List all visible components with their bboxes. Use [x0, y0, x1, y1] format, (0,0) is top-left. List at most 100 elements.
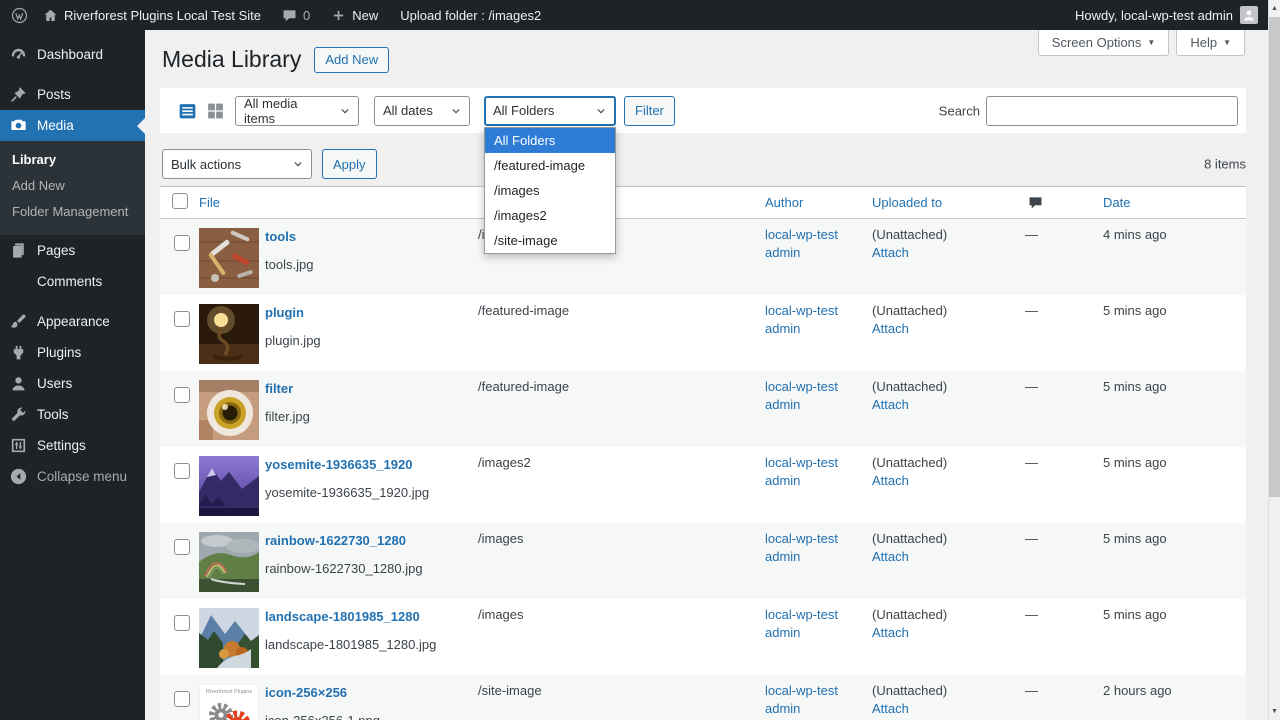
screen-meta: Screen Options Help	[1037, 30, 1245, 56]
media-title-link[interactable]: landscape-1801985_1280	[265, 608, 420, 626]
media-title-link[interactable]: plugin	[265, 304, 304, 322]
folder-option--featured-image[interactable]: /featured-image	[485, 153, 615, 178]
media-title-link[interactable]: tools	[265, 228, 296, 246]
media-thumbnail[interactable]	[199, 684, 259, 720]
attach-link[interactable]: Attach	[872, 700, 909, 718]
sidebar-item-comments[interactable]: Comments	[0, 266, 145, 297]
media-thumbnail[interactable]	[199, 304, 259, 364]
table-row: plugin plugin.jpg /featured-image local-…	[160, 294, 1246, 371]
list-view-icon[interactable]	[177, 100, 198, 121]
table-row: tools tools.jpg /images2 local-wp-test a…	[160, 218, 1246, 295]
folder-option--site-image[interactable]: /site-image	[485, 228, 615, 253]
upload-date: 5 mins ago	[1103, 606, 1167, 622]
chevron-down-icon	[338, 104, 352, 118]
column-header-file[interactable]: File	[199, 186, 478, 219]
folder-option--images2[interactable]: /images2	[485, 203, 615, 228]
select-all-checkbox[interactable]	[172, 193, 188, 209]
author-link[interactable]: local-wp-test admin	[765, 303, 838, 336]
new-content-menu[interactable]: New	[323, 0, 385, 30]
sidebar-item-posts[interactable]: Posts	[0, 79, 145, 110]
admin-menu: Dashboard Posts Media Library Add New Fold…	[0, 30, 145, 492]
submenu-item-library[interactable]: Library	[0, 147, 145, 173]
sidebar-item-users[interactable]: Users	[0, 368, 145, 399]
attach-link[interactable]: Attach	[872, 548, 909, 566]
attachment-status: (Unattached)	[872, 682, 948, 698]
tools-icon	[9, 405, 28, 424]
upload-folder-indicator[interactable]: Upload folder : /images2	[393, 0, 548, 30]
row-checkbox[interactable]	[173, 310, 190, 327]
row-checkbox[interactable]	[173, 386, 190, 403]
scrollbar-thumb[interactable]	[1269, 17, 1280, 497]
media-filename: rainbow-1622730_1280.jpg	[265, 560, 423, 576]
add-new-button[interactable]: Add New	[314, 46, 390, 73]
sidebar-item-plugins[interactable]: Plugins	[0, 337, 145, 368]
author-link[interactable]: local-wp-test admin	[765, 455, 838, 488]
attachment-status: (Unattached)	[872, 454, 948, 470]
help-button[interactable]: Help	[1176, 30, 1245, 56]
apply-button[interactable]: Apply	[322, 149, 377, 179]
row-checkbox[interactable]	[173, 462, 190, 479]
author-link[interactable]: local-wp-test admin	[765, 607, 838, 640]
scroll-down-arrow[interactable]	[1269, 703, 1280, 720]
media-title-link[interactable]: filter	[265, 380, 293, 398]
sidebar-item-media[interactable]: Media	[0, 110, 145, 141]
attach-link[interactable]: Attach	[872, 320, 909, 338]
filter-button[interactable]: Filter	[624, 95, 675, 126]
sidebar-item-appearance[interactable]: Appearance	[0, 306, 145, 337]
sidebar-item-pages[interactable]: Pages	[0, 235, 145, 266]
table-header-row: File Author Uploaded to Date	[160, 186, 1246, 219]
attach-link[interactable]: Attach	[872, 472, 909, 490]
submenu-item-folder-management[interactable]: Folder Management	[0, 199, 145, 225]
site-name-link[interactable]: Riverforest Plugins Local Test Site	[35, 0, 268, 30]
sidebar-item-tools[interactable]: Tools	[0, 399, 145, 430]
user-avatar	[1240, 6, 1258, 24]
author-link[interactable]: local-wp-test admin	[765, 227, 838, 260]
media-thumbnail[interactable]	[199, 532, 259, 592]
media-title-link[interactable]: rainbow-1622730_1280	[265, 532, 406, 550]
sidebar-item-settings[interactable]: Settings	[0, 430, 145, 461]
author-link[interactable]: local-wp-test admin	[765, 531, 838, 564]
column-header-comments[interactable]	[1025, 186, 1103, 219]
folder-filter-select[interactable]: All Folders	[484, 95, 616, 126]
column-header-author[interactable]: Author	[765, 186, 872, 219]
attach-link[interactable]: Attach	[872, 244, 909, 262]
vertical-scrollbar[interactable]	[1268, 0, 1280, 720]
row-checkbox[interactable]	[173, 614, 190, 631]
media-thumbnail[interactable]	[199, 456, 259, 516]
sidebar-item-dashboard[interactable]: Dashboard	[0, 39, 145, 70]
search-input[interactable]	[986, 95, 1238, 126]
attach-link[interactable]: Attach	[872, 396, 909, 414]
author-link[interactable]: local-wp-test admin	[765, 379, 838, 412]
media-thumbnail[interactable]	[199, 608, 259, 668]
media-thumbnail[interactable]	[199, 228, 259, 288]
date-filter-select[interactable]: All dates	[374, 95, 470, 126]
row-checkbox[interactable]	[173, 690, 190, 707]
column-header-uploaded-to[interactable]: Uploaded to	[872, 186, 1025, 219]
sidebar-item-collapse-menu[interactable]: Collapse menu	[0, 461, 145, 492]
media-title-link[interactable]: yosemite-1936635_1920	[265, 456, 412, 474]
table-row: landscape-1801985_1280 landscape-1801985…	[160, 598, 1246, 675]
wordpress-logo-menu[interactable]	[4, 0, 35, 30]
scroll-up-arrow[interactable]	[1269, 0, 1280, 17]
media-thumbnail[interactable]	[199, 380, 259, 440]
author-link[interactable]: local-wp-test admin	[765, 683, 838, 716]
grid-view-icon[interactable]	[205, 100, 226, 121]
bulk-actions-select[interactable]: Bulk actions	[162, 149, 312, 179]
media-type-filter-select[interactable]: All media items	[235, 95, 359, 126]
account-menu[interactable]: Howdy, local-wp-test admin	[1075, 6, 1268, 24]
folder-option--images[interactable]: /images	[485, 178, 615, 203]
home-icon	[42, 7, 59, 24]
comment-bubble-icon	[281, 7, 298, 24]
search-label: Search	[938, 103, 980, 118]
table-row: icon-256×256 icon-256x256-1.png /site-im…	[160, 674, 1246, 720]
folder-option-all-folders[interactable]: All Folders	[485, 128, 615, 153]
screen-options-button[interactable]: Screen Options	[1037, 30, 1170, 56]
submenu-item-add-new[interactable]: Add New	[0, 173, 145, 199]
column-header-date[interactable]: Date	[1103, 186, 1246, 219]
row-checkbox[interactable]	[173, 235, 190, 251]
attach-link[interactable]: Attach	[872, 624, 909, 642]
row-checkbox[interactable]	[173, 538, 190, 555]
comments-admin-link[interactable]: 0	[274, 0, 317, 30]
upload-date: 5 mins ago	[1103, 378, 1167, 394]
media-title-link[interactable]: icon-256×256	[265, 684, 347, 702]
